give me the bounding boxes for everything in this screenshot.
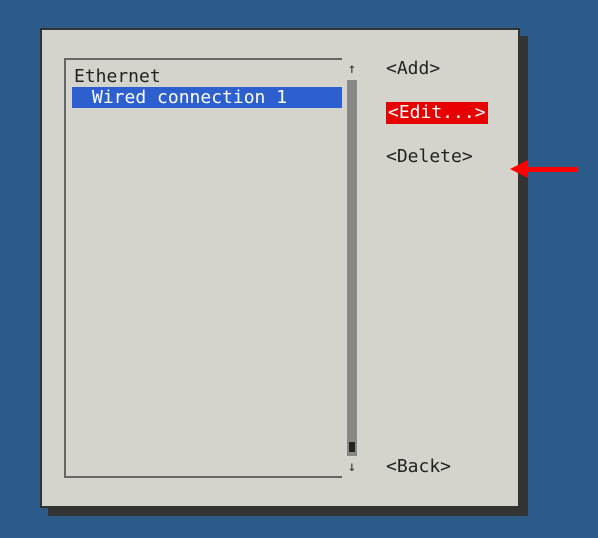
connection-list[interactable]: Ethernet Wired connection 1 bbox=[64, 58, 342, 478]
nmtui-dialog: Ethernet Wired connection 1 ↑ ↓ <Add> <E… bbox=[40, 28, 520, 508]
scroll-down-icon[interactable]: ↓ bbox=[348, 456, 356, 478]
scroll-track[interactable] bbox=[347, 80, 357, 456]
connection-item-selected[interactable]: Wired connection 1 bbox=[72, 87, 342, 108]
delete-button[interactable]: <Delete> bbox=[386, 146, 488, 168]
scroll-up-icon[interactable]: ↑ bbox=[348, 58, 356, 80]
connection-group-label: Ethernet bbox=[72, 66, 342, 87]
scroll-thumb[interactable] bbox=[349, 442, 355, 452]
annotation-arrow-icon bbox=[510, 160, 578, 178]
button-column: <Add> <Edit...> <Delete> <Back> bbox=[386, 58, 488, 478]
add-button[interactable]: <Add> bbox=[386, 58, 488, 80]
connection-list-panel: Ethernet Wired connection 1 ↑ ↓ bbox=[64, 58, 362, 478]
scrollbar[interactable]: ↑ ↓ bbox=[342, 58, 362, 478]
back-button[interactable]: <Back> bbox=[386, 456, 488, 478]
edit-button[interactable]: <Edit...> bbox=[386, 102, 488, 124]
